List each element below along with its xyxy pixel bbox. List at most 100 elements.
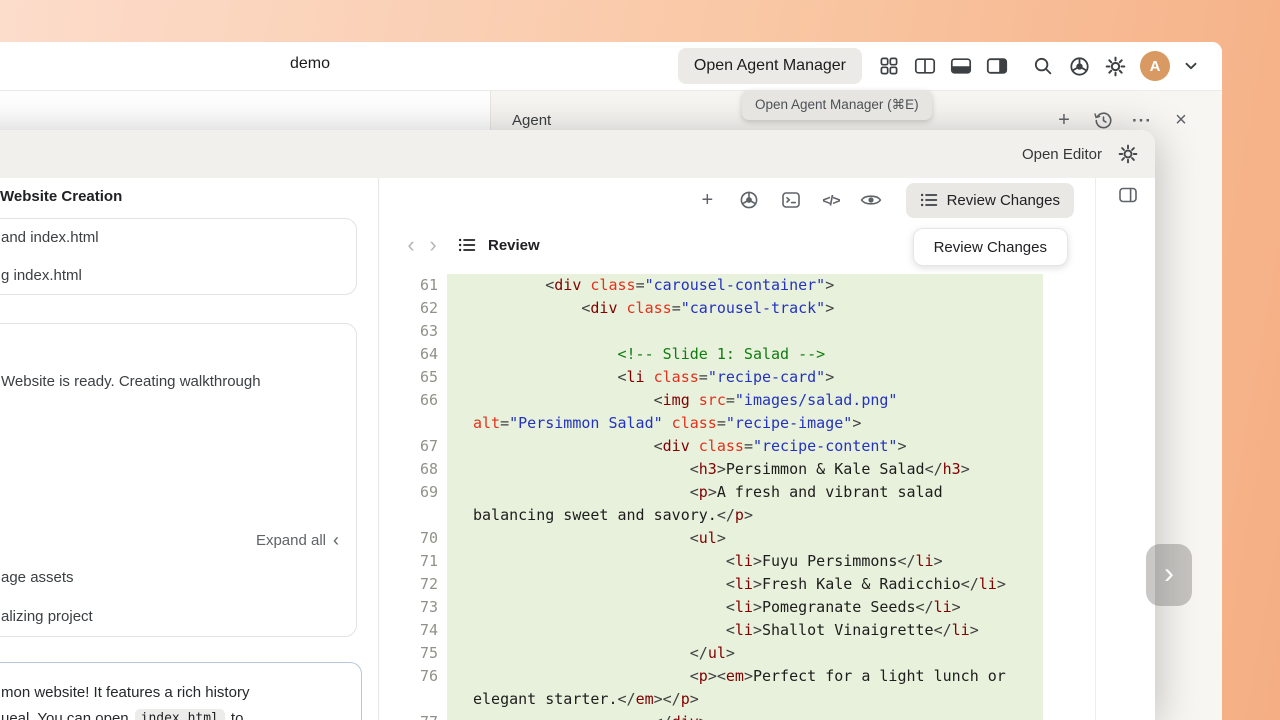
close-icon[interactable]: × [1171, 109, 1191, 131]
code-row: 61 <div class="carousel-container"> [379, 274, 1095, 297]
code-line: <li>Fresh Kale & Radicchio</li> [447, 573, 1043, 596]
line-number: 74 [379, 619, 447, 642]
code-line: </div> [447, 711, 1043, 720]
line-number: 63 [379, 320, 447, 343]
code-line: <div class="recipe-content"> [447, 435, 1043, 458]
inline-code-chip: index.html [135, 709, 225, 720]
code-line: <li>Shallot Vinaigrette</li> [447, 619, 1043, 642]
next-page-button[interactable]: › [1146, 544, 1192, 606]
line-number: 62 [379, 297, 447, 320]
file-change-item[interactable]: and index.html [0, 219, 356, 257]
line-number: 71 [379, 550, 447, 573]
chevron-right-icon: › [1164, 559, 1174, 589]
line-number [379, 688, 447, 711]
add-icon[interactable]: + [696, 189, 718, 211]
code-line: <p>A fresh and vibrant salad [447, 481, 1043, 504]
open-editor-button[interactable]: Open Editor [1022, 146, 1102, 163]
toolbar-actions: Open Agent Manager [678, 42, 1198, 90]
code-line: </ul> [447, 642, 1043, 665]
open-agent-manager-button[interactable]: Open Agent Manager [678, 48, 862, 84]
line-number: 76 [379, 665, 447, 688]
eye-icon[interactable] [860, 189, 882, 211]
agent-panel-title: Agent [512, 112, 551, 129]
line-number: 75 [379, 642, 447, 665]
split-rows-icon[interactable] [950, 55, 972, 77]
more-options-icon[interactable]: ··· [1132, 109, 1152, 131]
window-title: demo [290, 55, 330, 73]
back-icon[interactable]: ‹ [400, 234, 422, 256]
line-number: 66 [379, 389, 447, 412]
review-changes-button[interactable]: Review Changes [906, 183, 1074, 218]
code-line: <li>Fuyu Persimmons</li> [447, 550, 1043, 573]
changes-list-icon [920, 191, 938, 209]
line-number: 67 [379, 435, 447, 458]
code-line [447, 320, 1043, 343]
overlay-settings-gear-icon[interactable] [1118, 144, 1138, 164]
line-number: 68 [379, 458, 447, 481]
code-row: alt="Persimmon Salad" class="recipe-imag… [379, 412, 1095, 435]
review-changes-popup-label: Review Changes [934, 239, 1047, 256]
overlay-body: Website Creation and index.html g index.… [0, 178, 1155, 720]
history-icon[interactable] [1093, 109, 1113, 131]
line-number: 65 [379, 366, 447, 389]
review-toolbar: + </> [379, 178, 1095, 222]
code-row: 76 <p><em>Perfect for a light lunch or [379, 665, 1095, 688]
search-icon[interactable] [1032, 55, 1054, 77]
settings-gear-icon[interactable] [1104, 55, 1126, 77]
status-text: Website is ready. Creating walkthrough [1, 373, 261, 390]
code-line: <div class="carousel-track"> [447, 297, 1043, 320]
right-rail [1096, 178, 1155, 720]
conversation-panel: Website Creation and index.html g index.… [0, 178, 379, 720]
code-line: <ul> [447, 527, 1043, 550]
browser-preview-icon[interactable] [738, 189, 760, 211]
code-line: <img src="images/salad.png" [447, 389, 1043, 412]
code-row: balancing sweet and savory.</p> [379, 504, 1095, 527]
split-columns-icon[interactable] [914, 55, 936, 77]
task-step: alizing project [1, 608, 93, 625]
code-row: elegant starter.</em></p> [379, 688, 1095, 711]
chrome-icon[interactable] [1068, 55, 1090, 77]
code-row: 74 <li>Shallot Vinaigrette</li> [379, 619, 1095, 642]
forward-icon[interactable]: › [422, 234, 444, 256]
conversation-title: Website Creation [0, 188, 122, 205]
code-row: 64 <!-- Slide 1: Salad --> [379, 343, 1095, 366]
message-text: ueal. You can open index.html to [1, 709, 243, 720]
line-number: 64 [379, 343, 447, 366]
overlay-header: Open Editor [0, 130, 1155, 178]
avatar[interactable]: A [1140, 51, 1170, 81]
panel-right-icon[interactable] [1118, 185, 1138, 205]
sidebar-right-icon[interactable] [986, 55, 1008, 77]
expand-all-button[interactable]: Expand all ‹ [256, 531, 339, 549]
code-rows: 61 <div class="carousel-container">62 <d… [379, 274, 1095, 720]
code-icon[interactable]: </> [822, 189, 839, 211]
code-row: 73 <li>Pomegranate Seeds</li> [379, 596, 1095, 619]
code-row: 70 <ul> [379, 527, 1095, 550]
file-change-item[interactable]: g index.html [0, 257, 356, 295]
review-title: Review [488, 237, 540, 254]
task-step: age assets [1, 569, 74, 586]
terminal-icon[interactable] [780, 189, 802, 211]
code-line: elegant starter.</em></p> [447, 688, 1043, 711]
code-row: 77 </div> [379, 711, 1095, 720]
code-line: balancing sweet and savory.</p> [447, 504, 1043, 527]
assistant-message-card: mon website! It features a rich history … [0, 662, 362, 720]
overlay-header-actions: Open Editor [1022, 130, 1138, 178]
message-text: mon website! It features a rich history [1, 684, 249, 701]
changes-list-icon [458, 236, 476, 254]
tooltip: Open Agent Manager (⌘E) [742, 90, 932, 120]
review-panel: + </> [379, 178, 1096, 720]
message-fragment: ueal. You can open [1, 710, 129, 720]
line-number: 73 [379, 596, 447, 619]
code-line: <!-- Slide 1: Salad --> [447, 343, 1043, 366]
code-line: <h3>Persimmon & Kale Salad</h3> [447, 458, 1043, 481]
agent-manager-window: Open Editor Website Creation and index.h… [0, 130, 1155, 720]
screen: demo Open Agent Manager [0, 0, 1280, 720]
review-changes-popup-button[interactable]: Review Changes [913, 228, 1068, 266]
code-line: <p><em>Perfect for a light lunch or [447, 665, 1043, 688]
apps-grid-icon[interactable] [878, 55, 900, 77]
line-number: 70 [379, 527, 447, 550]
code-editor[interactable]: 61 <div class="carousel-container">62 <d… [379, 268, 1095, 720]
review-header: ‹ › Review Review Changes [379, 222, 1095, 268]
new-chat-icon[interactable]: + [1054, 109, 1074, 131]
chevron-down-icon[interactable] [1184, 55, 1198, 77]
